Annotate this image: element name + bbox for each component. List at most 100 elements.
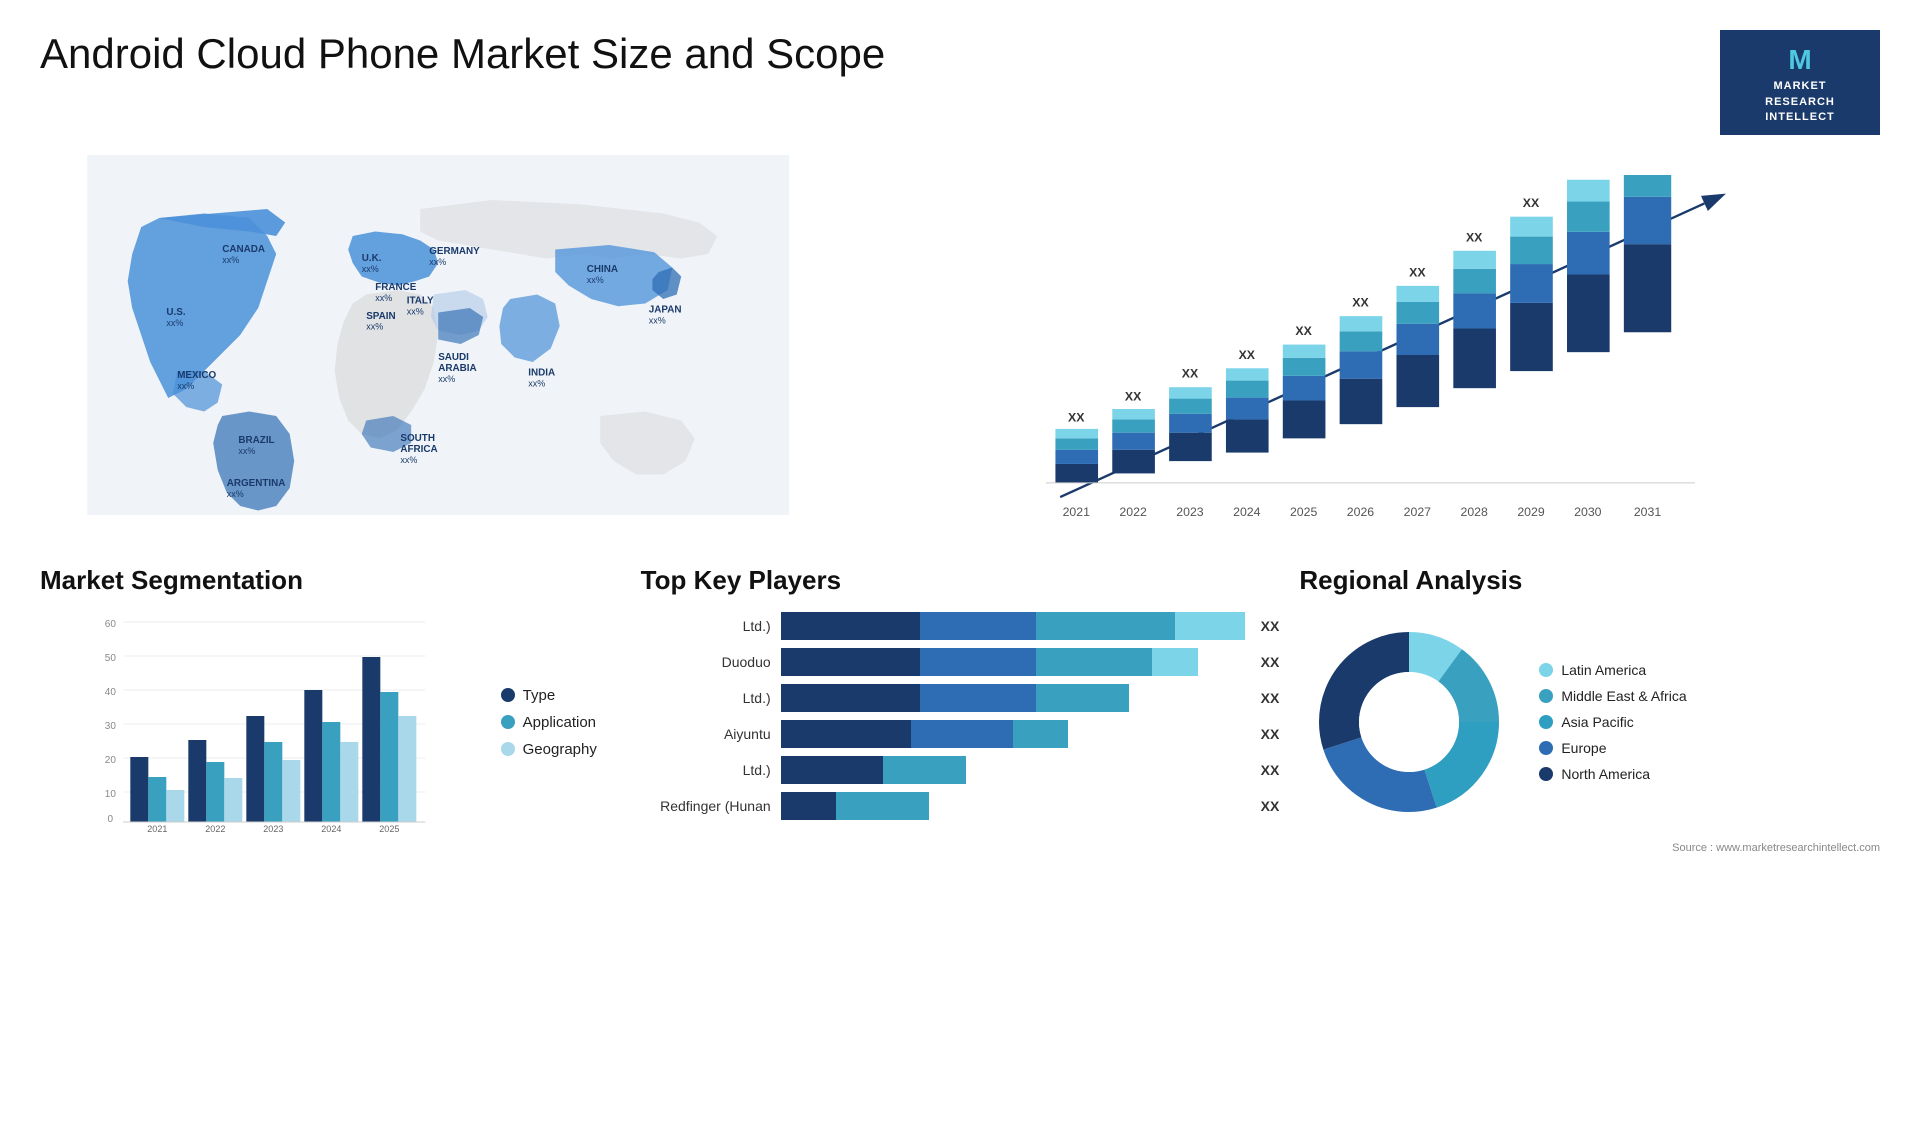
argentina-label: ARGENTINA (227, 479, 286, 490)
brazil-label: BRAZIL (238, 435, 274, 446)
china-label: CHINA (587, 264, 618, 275)
legend-geo-label: Geography (523, 741, 597, 758)
bar-2021-seg4 (1056, 429, 1099, 438)
seg-bar-2021-app (148, 777, 166, 822)
bar-2028-seg1 (1454, 329, 1497, 389)
bar-2027-seg3 (1397, 302, 1440, 324)
saudi-value: xx% (438, 374, 455, 384)
player-bar-2 (781, 648, 1245, 676)
player-bar-2-seg4 (1152, 648, 1198, 676)
us-label: U.S. (166, 308, 185, 319)
donut-center (1359, 672, 1459, 772)
bar-2027-seg2 (1397, 324, 1440, 355)
southafrica-value: xx% (400, 455, 417, 465)
source-text: Source : www.marketresearchintellect.com (1299, 842, 1880, 854)
bar-2025-seg3 (1283, 358, 1326, 376)
bar-2024-label: XX (1239, 348, 1256, 362)
bar-2029-seg1 (1511, 303, 1554, 371)
y-label-10: 10 (105, 789, 117, 800)
legend-dot-europe (1539, 741, 1553, 755)
player-bar-4-seg1 (781, 720, 911, 748)
player-name-2: Duoduo (641, 654, 771, 670)
player-bar-3-seg3 (1036, 684, 1129, 712)
bar-2023-label: XX (1182, 367, 1199, 381)
legend-label-europe: Europe (1561, 740, 1606, 756)
germany-value: xx% (429, 257, 446, 267)
legend-app-label: Application (523, 714, 596, 731)
donut-svg (1299, 612, 1519, 832)
southafrica-label2: AFRICA (400, 444, 437, 455)
player-bar-1-seg2 (920, 612, 1036, 640)
seg-bar-2025-type (362, 657, 380, 822)
y-label-40: 40 (105, 687, 117, 698)
year-2028: 2028 (1461, 505, 1489, 519)
regional-section: Regional Analysis (1299, 565, 1880, 854)
growth-chart-section: XX 2021 XX 2022 XX 2023 XX 2024 (866, 155, 1880, 535)
seg-year-2021: 2021 (147, 824, 167, 832)
seg-bar-2023-type (246, 716, 264, 822)
saudi-label2: ARABIA (438, 363, 476, 374)
player-bar-2-seg1 (781, 648, 920, 676)
canada-label: CANADA (222, 245, 265, 256)
seg-year-2024: 2024 (321, 824, 341, 832)
year-2026: 2026 (1347, 505, 1375, 519)
bar-2023-seg2 (1170, 414, 1213, 433)
year-2025: 2025 (1290, 505, 1318, 519)
bar-2028-seg4 (1454, 251, 1497, 269)
year-2024: 2024 (1234, 505, 1262, 519)
bar-2029-seg3 (1511, 237, 1554, 264)
legend-label-asia: Asia Pacific (1561, 714, 1633, 730)
seg-year-2025: 2025 (379, 824, 399, 832)
logo-title: MARKETRESEARCHINTELLECT (1736, 79, 1864, 125)
legend-geo-dot (501, 742, 515, 756)
legend-label-mea: Middle East & Africa (1561, 688, 1686, 704)
bar-2024-seg1 (1226, 420, 1269, 453)
bar-2021-label: XX (1068, 411, 1085, 425)
bar-2022-seg1 (1113, 450, 1156, 474)
player-row-3: Ltd.) XX (641, 684, 1280, 712)
bar-2024-seg4 (1226, 369, 1269, 381)
seg-bar-2022-geo (224, 778, 242, 822)
germany-label: GERMANY (429, 246, 480, 257)
italy-label: ITALY (407, 296, 434, 307)
player-row-1: Ltd.) XX (641, 612, 1280, 640)
bar-2023-seg3 (1170, 399, 1213, 414)
bar-2031-seg3 (1624, 175, 1671, 197)
segmentation-section: Market Segmentation 60 50 40 30 20 10 0 (40, 565, 621, 854)
player-row-6: Redfinger (Hunan XX (641, 792, 1280, 820)
regional-legend-north-america: North America (1539, 766, 1686, 782)
year-2027: 2027 (1404, 505, 1432, 519)
player-bar-2-seg3 (1036, 648, 1152, 676)
player-name-1: Ltd.) (641, 618, 771, 634)
seg-bar-2023-geo (282, 760, 300, 822)
donut-chart (1299, 612, 1519, 832)
seg-bar-2022-type (188, 740, 206, 822)
player-row-4: Aiyuntu XX (641, 720, 1280, 748)
mexico-label: MEXICO (177, 371, 216, 382)
bar-2026-seg4 (1340, 317, 1383, 332)
seg-bar-2022-app (206, 762, 224, 822)
world-map-svg: CANADA xx% U.S. xx% MEXICO xx% BRAZIL xx… (40, 155, 836, 515)
seg-year-2022: 2022 (205, 824, 225, 832)
bar-2029-seg4 (1511, 217, 1554, 237)
legend-geography: Geography (501, 741, 621, 758)
china-value: xx% (587, 275, 604, 285)
legend-dot-asia (1539, 715, 1553, 729)
bar-2023-seg4 (1170, 388, 1213, 399)
bar-2027-seg4 (1397, 286, 1440, 302)
regional-legend-latin: Latin America (1539, 662, 1686, 678)
bar-2028-seg3 (1454, 269, 1497, 294)
seg-bar-2021-type (130, 757, 148, 822)
legend-type-dot (501, 688, 515, 702)
seg-bar-2023-app (264, 742, 282, 822)
player-bar-6 (781, 792, 1245, 820)
bar-2028-label: XX (1466, 231, 1483, 245)
bar-2023-seg1 (1170, 433, 1213, 461)
seg-bar-2021-geo (166, 790, 184, 822)
year-2022: 2022 (1120, 505, 1148, 519)
bar-2025-label: XX (1296, 324, 1313, 338)
seg-bar-2024-app (322, 722, 340, 822)
seg-bar-2024-type (304, 690, 322, 822)
player-value-5: XX (1261, 762, 1280, 778)
segmentation-svg: 60 50 40 30 20 10 0 2021 (40, 612, 481, 832)
